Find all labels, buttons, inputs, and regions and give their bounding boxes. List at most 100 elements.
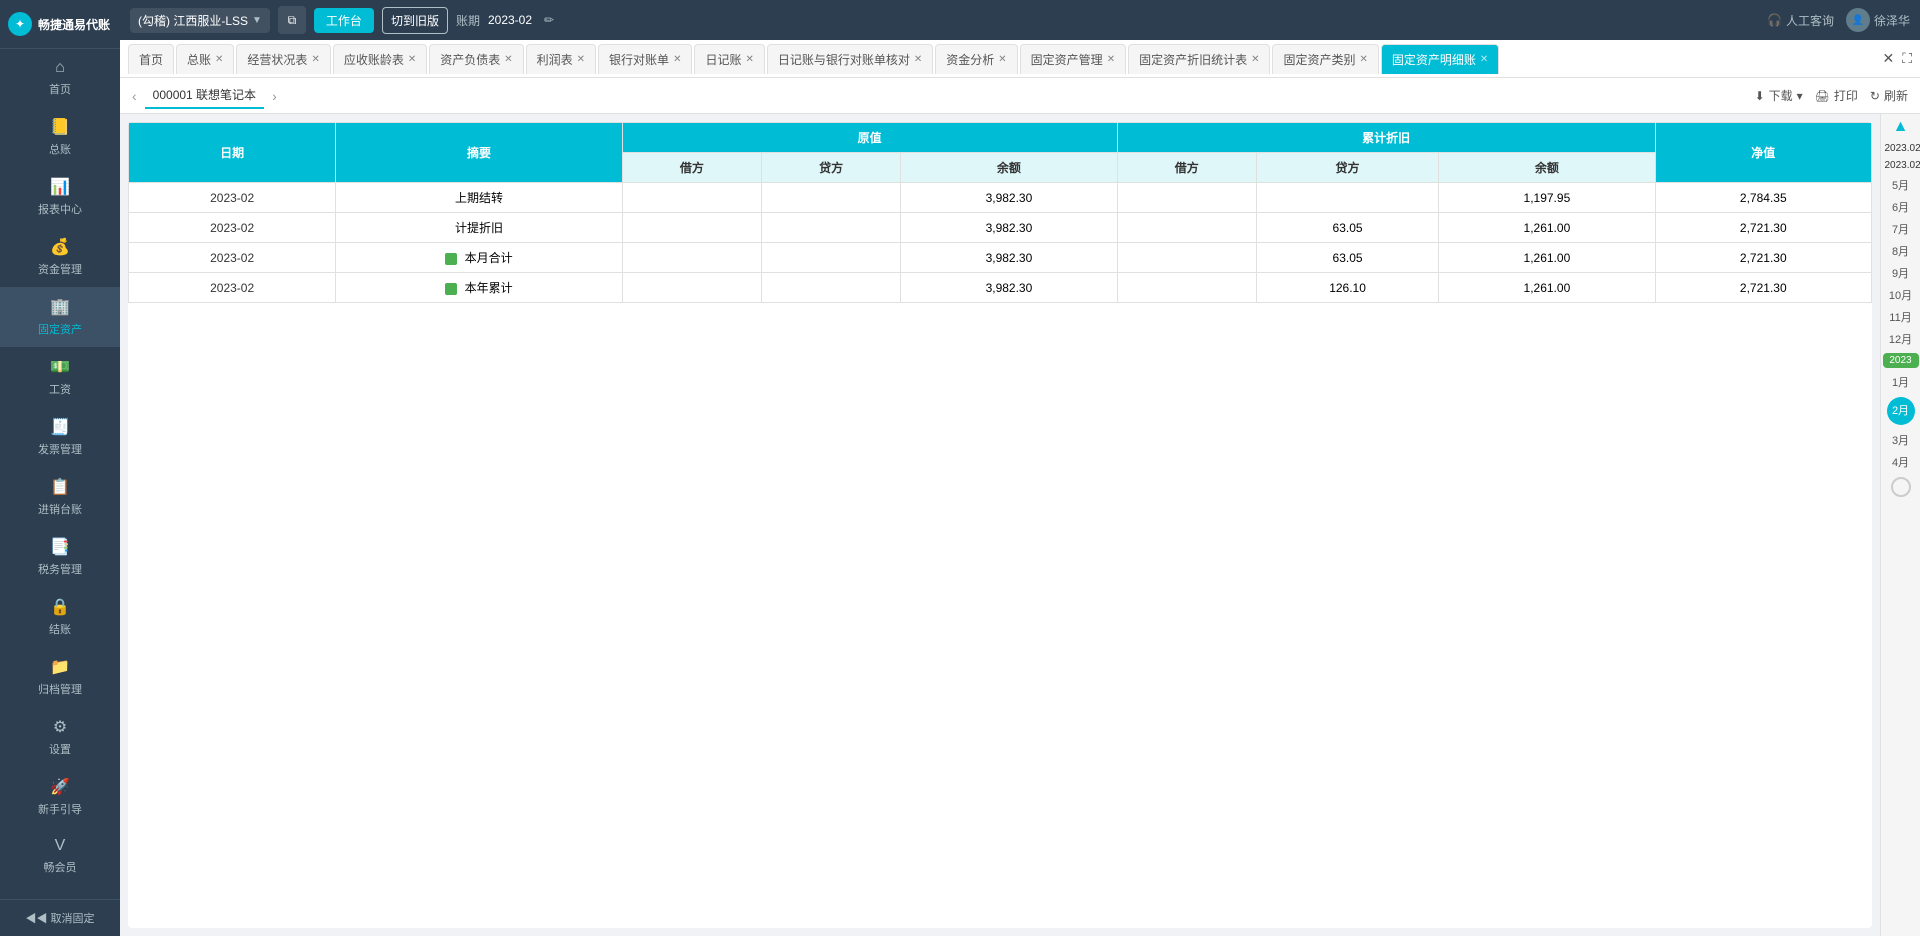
sidebar-item-ledger[interactable]: 📒 总账 (0, 107, 120, 167)
sidebar-item-invoice[interactable]: 🧾 发票管理 (0, 407, 120, 467)
tab-assets-liab-close-icon[interactable]: ✕ (504, 54, 512, 65)
timeline-month-3[interactable]: 3月 (1883, 429, 1919, 451)
row2-net: 2,721.30 (1655, 213, 1871, 243)
sidebar-item-closing[interactable]: 🔒 结账 (0, 587, 120, 647)
tab-journal-close-icon[interactable]: ✕ (745, 54, 753, 65)
settings-icon: ⚙ (53, 717, 67, 737)
tab-assets-liab[interactable]: 资产负债表 ✕ (429, 44, 523, 74)
row3-summary: 本月合计 (336, 243, 622, 273)
tab-home[interactable]: 首页 (128, 44, 174, 74)
tab-business-label: 经营状况表 (247, 51, 307, 68)
tab-fund-analysis[interactable]: 资金分析 ✕ (935, 44, 1017, 74)
tab-fixed-mgmt-close-icon[interactable]: ✕ (1107, 54, 1115, 65)
switch-button[interactable]: 切到旧版 (382, 7, 448, 34)
tab-profit-close-icon[interactable]: ✕ (577, 54, 585, 65)
row4-yz-debit (622, 273, 761, 303)
tab-receivable-close-icon[interactable]: ✕ (408, 54, 416, 65)
tab-fixed-mgmt-label: 固定资产管理 (1031, 51, 1103, 68)
period-edit-icon[interactable]: ✏ (544, 13, 554, 27)
guide-icon: 🚀 (50, 777, 70, 797)
row1-lj-debit (1117, 183, 1256, 213)
tab-ledger[interactable]: 总账 ✕ (176, 44, 234, 74)
row2-lj-credit: 63.05 (1256, 213, 1438, 243)
tab-journal[interactable]: 日记账 ✕ (694, 44, 764, 74)
sidebar-item-reports[interactable]: 📊 报表中心 (0, 167, 120, 227)
sub-tab-prev-icon[interactable]: ‹ (132, 88, 137, 104)
sidebar-item-guide[interactable]: 🚀 新手引导 (0, 767, 120, 827)
tab-fixed-depr[interactable]: 固定资产折旧统计表 ✕ (1128, 44, 1270, 74)
timeline-circle-icon[interactable] (1891, 477, 1911, 497)
sidebar-item-funds[interactable]: 💰 资金管理 (0, 227, 120, 287)
col-yz-credit: 贷方 (761, 153, 900, 183)
tab-close-all-icon[interactable]: ✕ (1882, 50, 1894, 67)
tab-bank-stmt[interactable]: 银行对账单 ✕ (598, 44, 692, 74)
timeline-month-11[interactable]: 11月 (1883, 306, 1919, 328)
tab-fund-analysis-close-icon[interactable]: ✕ (998, 54, 1006, 65)
row1-net: 2,784.35 (1655, 183, 1871, 213)
row3-yz-balance: 3,982.30 (901, 243, 1117, 273)
tab-fixed-type-close-icon[interactable]: ✕ (1360, 54, 1368, 65)
tab-business[interactable]: 经营状况表 ✕ (236, 44, 330, 74)
sidebar-item-label: 发票管理 (38, 441, 82, 457)
sidebar-item-purchase-sales[interactable]: 📋 进销台账 (0, 467, 120, 527)
tab-bank-stmt-close-icon[interactable]: ✕ (673, 54, 681, 65)
sidebar-item-archive[interactable]: 📁 归档管理 (0, 647, 120, 707)
copy-button[interactable]: ⧉ (278, 6, 306, 34)
sidebar-item-salary[interactable]: 💵 工资 (0, 347, 120, 407)
row1-lj-credit (1256, 183, 1438, 213)
unpin-button[interactable]: ◀◀ 取消固定 (0, 899, 120, 936)
row3-lj-balance: 1,261.00 (1439, 243, 1655, 273)
company-selector[interactable]: (勾稽) 江西服业-LSS ▼ (130, 8, 270, 33)
user-service[interactable]: 🎧 人工客询 (1767, 12, 1834, 29)
timeline-month-9[interactable]: 9月 (1883, 262, 1919, 284)
timeline-up-icon[interactable]: ▲ (1893, 118, 1909, 136)
timeline-year-2023-b[interactable]: 2023.02 (1883, 157, 1919, 174)
timeline-month-12[interactable]: 12月 (1883, 328, 1919, 350)
tab-journal-bank[interactable]: 日记账与银行对账单核对 ✕ (767, 44, 933, 74)
invoice-icon: 🧾 (50, 417, 70, 437)
download-button[interactable]: ⬇ 下载 ▾ (1755, 87, 1803, 104)
timeline-year-2023-top[interactable]: 2023.02 (1883, 140, 1919, 157)
row3-date: 2023-02 (129, 243, 336, 273)
user-profile[interactable]: 👤 徐泽华 (1846, 8, 1910, 32)
sub-tab-item[interactable]: 000001 联想笔记本 (145, 82, 264, 109)
timeline-month-5[interactable]: 5月 (1883, 174, 1919, 196)
tab-maximize-icon[interactable]: ⛶ (1902, 50, 1912, 67)
tab-fixed-mgmt[interactable]: 固定资产管理 ✕ (1020, 44, 1126, 74)
refresh-button[interactable]: ↻ 刷新 (1870, 87, 1908, 104)
timeline-month-10[interactable]: 10月 (1883, 284, 1919, 306)
tab-business-close-icon[interactable]: ✕ (311, 54, 319, 65)
sub-tab-next-icon[interactable]: › (272, 88, 277, 104)
tab-fixed-detail[interactable]: 固定资产明细账 ✕ (1381, 44, 1499, 74)
work-button[interactable]: 工作台 (314, 8, 374, 33)
sidebar-item-tax[interactable]: 📑 税务管理 (0, 527, 120, 587)
row2-yz-credit (761, 213, 900, 243)
timeline-month-1[interactable]: 1月 (1883, 371, 1919, 393)
sidebar-item-settings[interactable]: ⚙ 设置 (0, 707, 120, 767)
sidebar-item-fixed-assets[interactable]: 🏢 固定资产 (0, 287, 120, 347)
tab-journal-bank-close-icon[interactable]: ✕ (914, 54, 922, 65)
print-button[interactable]: 🖨 打印 (1815, 87, 1858, 104)
logo-icon: ✦ (8, 12, 32, 36)
sub-tab-bar: ‹ 000001 联想笔记本 › ⬇ 下载 ▾ 🖨 打印 ↻ 刷新 (120, 78, 1920, 114)
tab-fixed-type[interactable]: 固定资产类别 ✕ (1272, 44, 1378, 74)
timeline-month-2-active[interactable]: 2月 (1887, 397, 1915, 425)
col-yz-debit: 借方 (622, 153, 761, 183)
row4-date: 2023-02 (129, 273, 336, 303)
tab-profit[interactable]: 利润表 ✕ (526, 44, 596, 74)
table-row: 2023-02 本年累计 3,982.30 126.10 1,261.00 (129, 273, 1872, 303)
timeline-month-4[interactable]: 4月 (1883, 451, 1919, 473)
top-bar-right: 🎧 人工客询 👤 徐泽华 (1767, 8, 1910, 32)
tab-fixed-detail-label: 固定资产明细账 (1392, 51, 1476, 68)
tab-fixed-type-label: 固定资产类别 (1283, 51, 1355, 68)
timeline-month-7[interactable]: 7月 (1883, 218, 1919, 240)
tab-ledger-close-icon[interactable]: ✕ (215, 54, 223, 65)
timeline-month-8[interactable]: 8月 (1883, 240, 1919, 262)
sidebar-item-member[interactable]: V 畅会员 (0, 827, 120, 885)
tab-receivable[interactable]: 应收账龄表 ✕ (333, 44, 427, 74)
tab-fixed-depr-close-icon[interactable]: ✕ (1251, 54, 1259, 65)
sidebar-item-home[interactable]: ⌂ 首页 (0, 49, 120, 107)
main-area: (勾稽) 江西服业-LSS ▼ ⧉ 工作台 切到旧版 账期 2023-02 ✏ … (120, 0, 1920, 936)
tab-fixed-detail-close-icon[interactable]: ✕ (1480, 54, 1488, 65)
timeline-month-6[interactable]: 6月 (1883, 196, 1919, 218)
